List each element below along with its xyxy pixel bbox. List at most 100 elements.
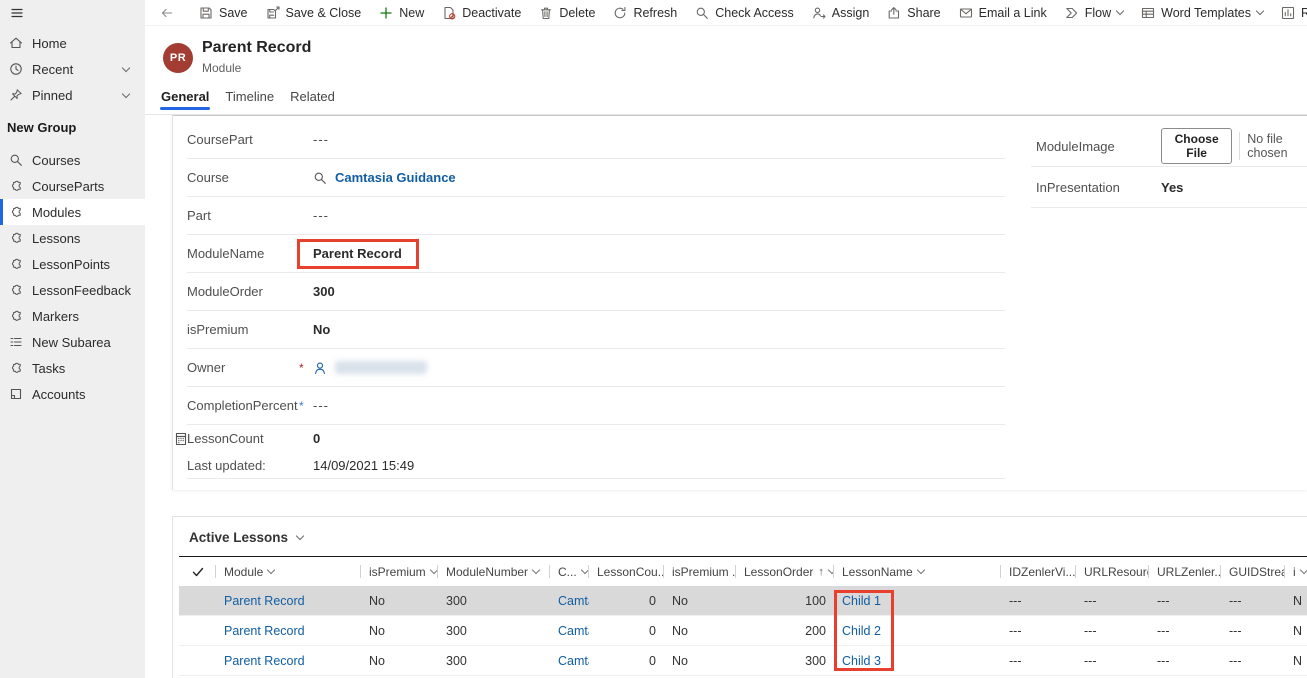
save-label: Save xyxy=(219,5,248,20)
table-row[interactable]: Parent Record No 300 Camta 0 No 100 Child 1 --- -… xyxy=(179,586,1307,616)
sidebar-item-label: New Subarea xyxy=(32,334,111,350)
cell-guidStream: --- xyxy=(1229,653,1242,668)
sidebar-item-lessons[interactable]: Lessons xyxy=(0,225,145,251)
field-value[interactable]: Yes xyxy=(1161,180,1183,195)
cell-module[interactable]: Parent Record xyxy=(216,594,361,608)
module-link[interactable]: Parent Record xyxy=(224,624,305,638)
lessonName-link[interactable]: Child 1 xyxy=(842,594,881,608)
form-tabs: General Timeline Related xyxy=(160,89,336,114)
module-link[interactable]: Parent Record xyxy=(224,654,305,668)
lessonName-link[interactable]: Child 2 xyxy=(842,624,881,638)
field-value[interactable]: 14/09/2021 15:49 xyxy=(313,458,414,473)
refresh-button[interactable]: Refresh xyxy=(604,1,686,25)
new-label: New xyxy=(399,5,425,20)
column-header-clipped[interactable]: i xyxy=(1285,557,1307,586)
column-header-guidStream[interactable]: GUIDStrea... xyxy=(1221,557,1285,586)
puzzle-icon xyxy=(9,361,23,375)
share-button[interactable]: Share xyxy=(878,1,949,25)
column-header-course[interactable]: C... xyxy=(550,557,589,586)
column-header-urlZenler[interactable]: URLZenler... xyxy=(1149,557,1221,586)
tab-general[interactable]: General xyxy=(160,89,211,114)
owner-value[interactable] xyxy=(313,361,427,375)
field-value[interactable]: No xyxy=(313,322,330,337)
cell-course[interactable]: Camta xyxy=(550,594,589,608)
cell-course[interactable]: Camta xyxy=(550,654,589,668)
assign-button[interactable]: Assign xyxy=(803,1,879,25)
cell-lessonName[interactable]: Child 2 xyxy=(834,624,1001,638)
sidebar-item-lessonfeedback[interactable]: LessonFeedback xyxy=(0,277,145,303)
column-header-label: C... xyxy=(558,564,577,579)
flow-button[interactable]: Flow xyxy=(1056,1,1132,25)
chevron-down-icon xyxy=(580,565,589,575)
check-access-button[interactable]: Check Access xyxy=(686,1,803,25)
sidebar-item-courses[interactable]: Courses xyxy=(0,147,145,173)
table-row[interactable]: Parent Record No 300 Camta 0 No 300 Child 3 --- -… xyxy=(179,646,1307,676)
choose-file-button[interactable]: Choose File xyxy=(1161,128,1233,164)
form-field-coursepart: CoursePart --- xyxy=(187,121,1005,159)
column-header-lessonCount[interactable]: LessonCou... xyxy=(589,557,664,586)
field-value[interactable]: --- xyxy=(313,208,329,223)
cell-module[interactable]: Parent Record xyxy=(216,654,361,668)
sidebar-item-label: Home xyxy=(32,35,67,51)
sidebar-item-courseparts[interactable]: CourseParts xyxy=(0,173,145,199)
sidebar-item-tasks[interactable]: Tasks xyxy=(0,355,145,381)
column-header-isPremiumLesson[interactable]: isPremium ... xyxy=(664,557,736,586)
sidebar-item-modules[interactable]: Modules xyxy=(0,199,145,225)
sidebar-item-lessonpoints[interactable]: LessonPoints xyxy=(0,251,145,277)
sidebar-item-new-subarea[interactable]: New Subarea xyxy=(0,329,145,355)
course-link[interactable]: Camta xyxy=(558,594,589,608)
column-header-urlResource[interactable]: URLResource xyxy=(1076,557,1149,586)
save-icon xyxy=(199,6,213,20)
cell-lessonName[interactable]: Child 3 xyxy=(834,654,1001,668)
cell-module[interactable]: Parent Record xyxy=(216,624,361,638)
field-value[interactable]: 0 xyxy=(313,431,320,446)
form-content: CoursePart --- Course Camtasia Guidance Part… xyxy=(145,115,1307,678)
sidebar-item-recent[interactable]: Recent xyxy=(0,56,145,82)
column-header-moduleNumber[interactable]: ModuleNumber xyxy=(438,557,550,586)
cell-course[interactable]: Camta xyxy=(550,624,589,638)
recent-icon xyxy=(9,62,23,76)
delete-button[interactable]: Delete xyxy=(530,1,604,25)
cell-lessonName[interactable]: Child 1 xyxy=(834,594,1001,608)
tab-related[interactable]: Related xyxy=(289,89,336,114)
select-all-column-header[interactable] xyxy=(179,557,216,586)
form-left-column: CoursePart --- Course Camtasia Guidance Part… xyxy=(173,121,1009,479)
new-button[interactable]: New xyxy=(370,1,433,25)
sidebar-item-home[interactable]: Home xyxy=(0,30,145,56)
hamburger-menu-button[interactable] xyxy=(0,0,145,26)
email-a-link-button[interactable]: Email a Link xyxy=(950,1,1056,25)
table-row[interactable]: Parent Record No 300 Camta 0 No 200 Child 2 --- -… xyxy=(179,616,1307,646)
field-value[interactable]: --- xyxy=(313,132,329,147)
lessonName-link[interactable]: Child 3 xyxy=(842,654,881,668)
column-header-idZenlerVideo[interactable]: IDZenlerVi... xyxy=(1001,557,1076,586)
course-link[interactable]: Camta xyxy=(558,624,589,638)
save-close-button[interactable]: Save & Close xyxy=(257,1,371,25)
subgrid-view-selector[interactable]: Active Lessons xyxy=(173,517,305,556)
subgrid-card: Active Lessons Module isPremium ModuleNumb… xyxy=(172,516,1307,678)
column-header-lessonName[interactable]: LessonName xyxy=(834,557,1001,586)
sort-ascending-icon: ↑ xyxy=(818,565,824,578)
column-header-label: ModuleNumber xyxy=(446,564,529,579)
field-value[interactable]: Parent Record xyxy=(313,246,402,261)
cell-lessonOrder: 200 xyxy=(805,623,826,638)
field-value[interactable]: --- xyxy=(313,398,329,413)
course-lookup-link[interactable]: Camtasia Guidance xyxy=(313,170,456,185)
field-value[interactable]: 300 xyxy=(313,284,335,299)
column-header-isPremium[interactable]: isPremium xyxy=(361,557,438,586)
course-link[interactable]: Camta xyxy=(558,654,589,668)
save-button[interactable]: Save xyxy=(190,1,257,25)
tab-timeline[interactable]: Timeline xyxy=(224,89,275,114)
column-header-module[interactable]: Module xyxy=(216,557,361,586)
sidebar-item-accounts[interactable]: Accounts xyxy=(0,381,145,407)
run-report-button[interactable]: Run Report xyxy=(1272,1,1307,25)
cell-moduleNumber: 300 xyxy=(446,593,467,608)
run-report-icon xyxy=(1281,6,1295,20)
home-icon xyxy=(9,36,23,50)
word-templates-button[interactable]: Word Templates xyxy=(1132,1,1272,25)
column-header-lessonOrder[interactable]: LessonOrder ↑ xyxy=(736,557,834,586)
module-link[interactable]: Parent Record xyxy=(224,594,305,608)
sidebar-item-markers[interactable]: Markers xyxy=(0,303,145,329)
back-button[interactable] xyxy=(152,6,182,20)
sidebar-item-pinned[interactable]: Pinned xyxy=(0,82,145,108)
deactivate-button[interactable]: Deactivate xyxy=(433,1,530,25)
